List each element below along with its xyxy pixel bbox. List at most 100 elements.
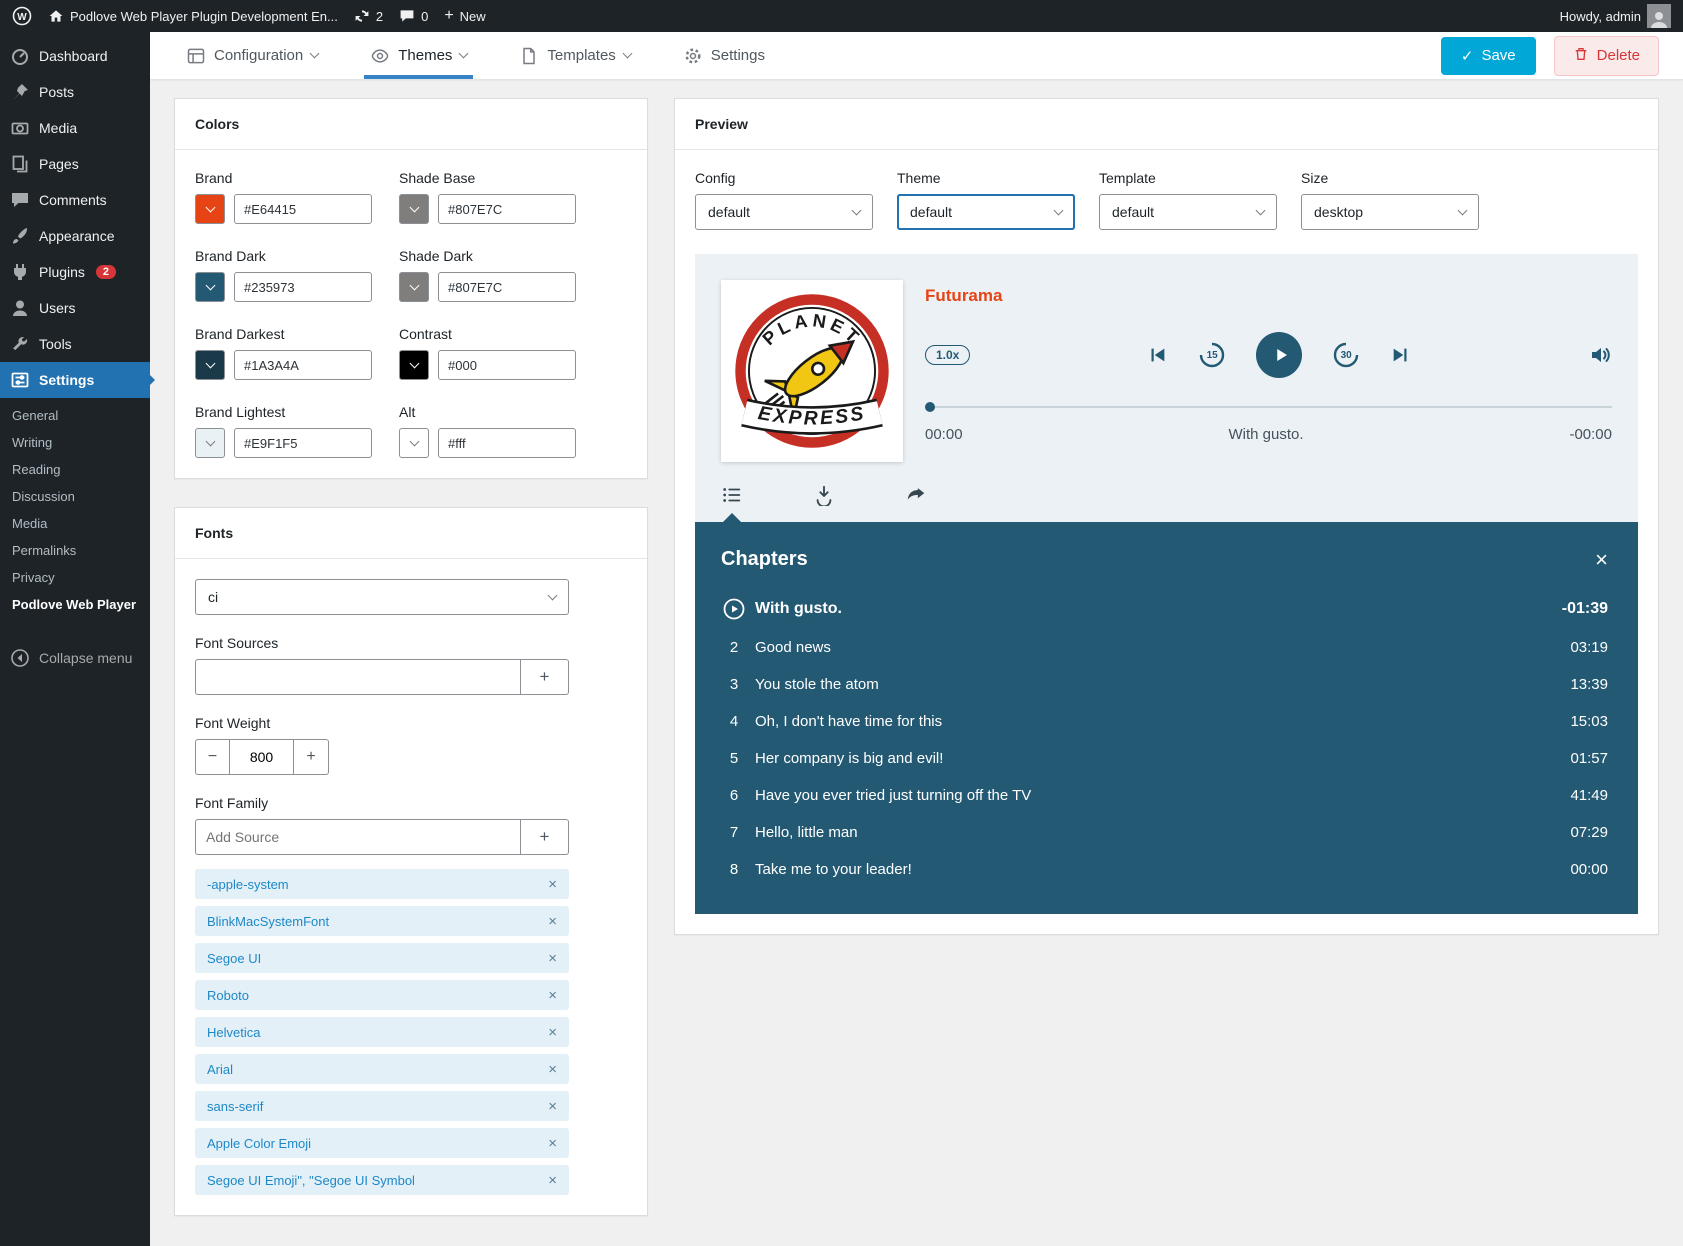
color-field-brand: Brand xyxy=(195,170,373,224)
decrease-weight-button[interactable]: − xyxy=(195,739,230,775)
chapter-row[interactable]: 6 Have you ever tried just turning off t… xyxy=(695,777,1638,814)
share-tab-button[interactable] xyxy=(905,484,927,506)
template-select[interactable]: default xyxy=(1099,194,1277,230)
playback-rate-button[interactable]: 1.0x xyxy=(925,345,971,365)
seek-handle[interactable] xyxy=(925,402,935,412)
chapter-row[interactable]: 7 Hello, little man 07:29 xyxy=(695,814,1638,851)
remove-icon[interactable]: × xyxy=(548,951,557,966)
rewind-15-button[interactable]: 15 xyxy=(1196,339,1228,371)
color-swatch[interactable] xyxy=(195,428,225,458)
collapse-menu-button[interactable]: Collapse menu xyxy=(0,640,150,676)
volume-button[interactable] xyxy=(1588,343,1612,367)
tab-settings[interactable]: Settings xyxy=(677,32,771,79)
sidebar-item-settings[interactable]: Settings xyxy=(0,362,155,398)
size-select[interactable]: desktop xyxy=(1301,194,1479,230)
color-value-input[interactable] xyxy=(234,428,372,458)
seek-track xyxy=(925,406,1612,408)
site-link[interactable]: Podlove Web Player Plugin Development En… xyxy=(48,8,338,24)
submenu-writing[interactable]: Writing xyxy=(0,429,150,456)
theme-select[interactable]: default xyxy=(897,194,1075,230)
chevron-down-icon xyxy=(1457,205,1468,215)
color-value-input[interactable] xyxy=(438,428,576,458)
color-swatch[interactable] xyxy=(399,428,429,458)
tab-themes[interactable]: Themes xyxy=(364,32,474,79)
remove-icon[interactable]: × xyxy=(548,1173,557,1188)
remove-icon[interactable]: × xyxy=(548,1062,557,1077)
sidebar-item-tools[interactable]: Tools xyxy=(0,326,150,362)
color-value-input[interactable] xyxy=(438,350,576,380)
sidebar-item-pages[interactable]: Pages xyxy=(0,146,150,182)
chapter-row[interactable]: 8 Take me to your leader! 00:00 xyxy=(695,851,1638,888)
plus-icon: + xyxy=(444,7,454,24)
color-value-input[interactable] xyxy=(438,272,576,302)
font-preset-select[interactable]: ci xyxy=(195,579,569,615)
remove-icon[interactable]: × xyxy=(548,877,557,892)
forward-30-button[interactable]: 30 xyxy=(1330,339,1362,371)
remove-icon[interactable]: × xyxy=(548,988,557,1003)
download-tab-button[interactable] xyxy=(813,484,835,506)
user-icon xyxy=(10,298,30,318)
sidebar-item-users[interactable]: Users xyxy=(0,290,150,326)
chapter-row[interactable]: 4 Oh, I don't have time for this 15:03 xyxy=(695,703,1638,740)
chapters-tab-button[interactable] xyxy=(721,484,743,506)
color-value-input[interactable] xyxy=(234,350,372,380)
previous-chapter-button[interactable] xyxy=(1146,344,1168,366)
submenu-general[interactable]: General xyxy=(0,402,150,429)
font-sources-input[interactable] xyxy=(195,659,521,695)
color-swatch[interactable] xyxy=(399,350,429,380)
add-font-source-button[interactable]: + xyxy=(521,659,569,695)
sidebar-item-comments[interactable]: Comments xyxy=(0,182,150,218)
save-button[interactable]: ✓ Save xyxy=(1440,36,1536,75)
color-swatch[interactable] xyxy=(195,272,225,302)
add-font-family-button[interactable]: + xyxy=(521,819,569,855)
delete-button[interactable]: Delete xyxy=(1553,35,1659,76)
sidebar-item-plugins[interactable]: Plugins 2 xyxy=(0,254,150,290)
color-value-input[interactable] xyxy=(234,194,372,224)
sidebar-item-media[interactable]: Media xyxy=(0,110,150,146)
chapter-row[interactable]: 3 You stole the atom 13:39 xyxy=(695,666,1638,703)
wordpress-logo-icon[interactable]: W xyxy=(12,6,32,26)
chevron-down-icon xyxy=(1053,205,1064,215)
color-swatch[interactable] xyxy=(195,350,225,380)
chapter-row[interactable]: 5 Her company is big and evil! 01:57 xyxy=(695,740,1638,777)
increase-weight-button[interactable]: + xyxy=(294,739,329,775)
sidebar-item-dashboard[interactable]: Dashboard xyxy=(0,38,150,74)
remove-icon[interactable]: × xyxy=(548,1025,557,1040)
config-select[interactable]: default xyxy=(695,194,873,230)
color-value-input[interactable] xyxy=(234,272,372,302)
remove-icon[interactable]: × xyxy=(548,914,557,929)
remove-icon[interactable]: × xyxy=(548,1136,557,1151)
submenu-permalinks[interactable]: Permalinks xyxy=(0,537,150,564)
tab-configuration[interactable]: Configuration xyxy=(180,32,324,79)
next-chapter-button[interactable] xyxy=(1390,344,1412,366)
font-family-pill: BlinkMacSystemFont × xyxy=(195,906,569,936)
color-swatch[interactable] xyxy=(195,194,225,224)
play-button[interactable] xyxy=(1256,332,1303,378)
color-swatch[interactable] xyxy=(399,194,429,224)
chapter-row[interactable]: With gusto. -01:39 xyxy=(695,589,1638,629)
font-weight-input[interactable] xyxy=(230,739,294,775)
tab-templates[interactable]: Templates xyxy=(513,32,636,79)
sidebar-item-appearance[interactable]: Appearance xyxy=(0,218,150,254)
admin-bar: W Podlove Web Player Plugin Development … xyxy=(0,0,1683,32)
sidebar-item-posts[interactable]: Posts xyxy=(0,74,150,110)
submenu-media[interactable]: Media xyxy=(0,510,150,537)
close-icon[interactable]: × xyxy=(1595,548,1608,571)
account-menu[interactable]: Howdy, admin xyxy=(1560,4,1671,28)
color-swatch[interactable] xyxy=(399,272,429,302)
submenu-discussion[interactable]: Discussion xyxy=(0,483,150,510)
fonts-card-title: Fonts xyxy=(175,508,647,559)
comments-link[interactable]: 0 xyxy=(399,8,428,24)
remove-icon[interactable]: × xyxy=(548,1099,557,1114)
submenu-privacy[interactable]: Privacy xyxy=(0,564,150,591)
submenu-podlove-web-player[interactable]: Podlove Web Player xyxy=(0,591,150,618)
submenu-reading[interactable]: Reading xyxy=(0,456,150,483)
updates-link[interactable]: 2 xyxy=(354,8,383,24)
chevron-down-icon xyxy=(851,205,862,215)
font-family-input[interactable] xyxy=(195,819,521,855)
new-content-link[interactable]: + New xyxy=(444,7,485,25)
color-value-input[interactable] xyxy=(438,194,576,224)
chapter-row[interactable]: 2 Good news 03:19 xyxy=(695,629,1638,666)
seek-bar[interactable] xyxy=(925,402,1612,412)
colors-card-title: Colors xyxy=(175,99,647,150)
